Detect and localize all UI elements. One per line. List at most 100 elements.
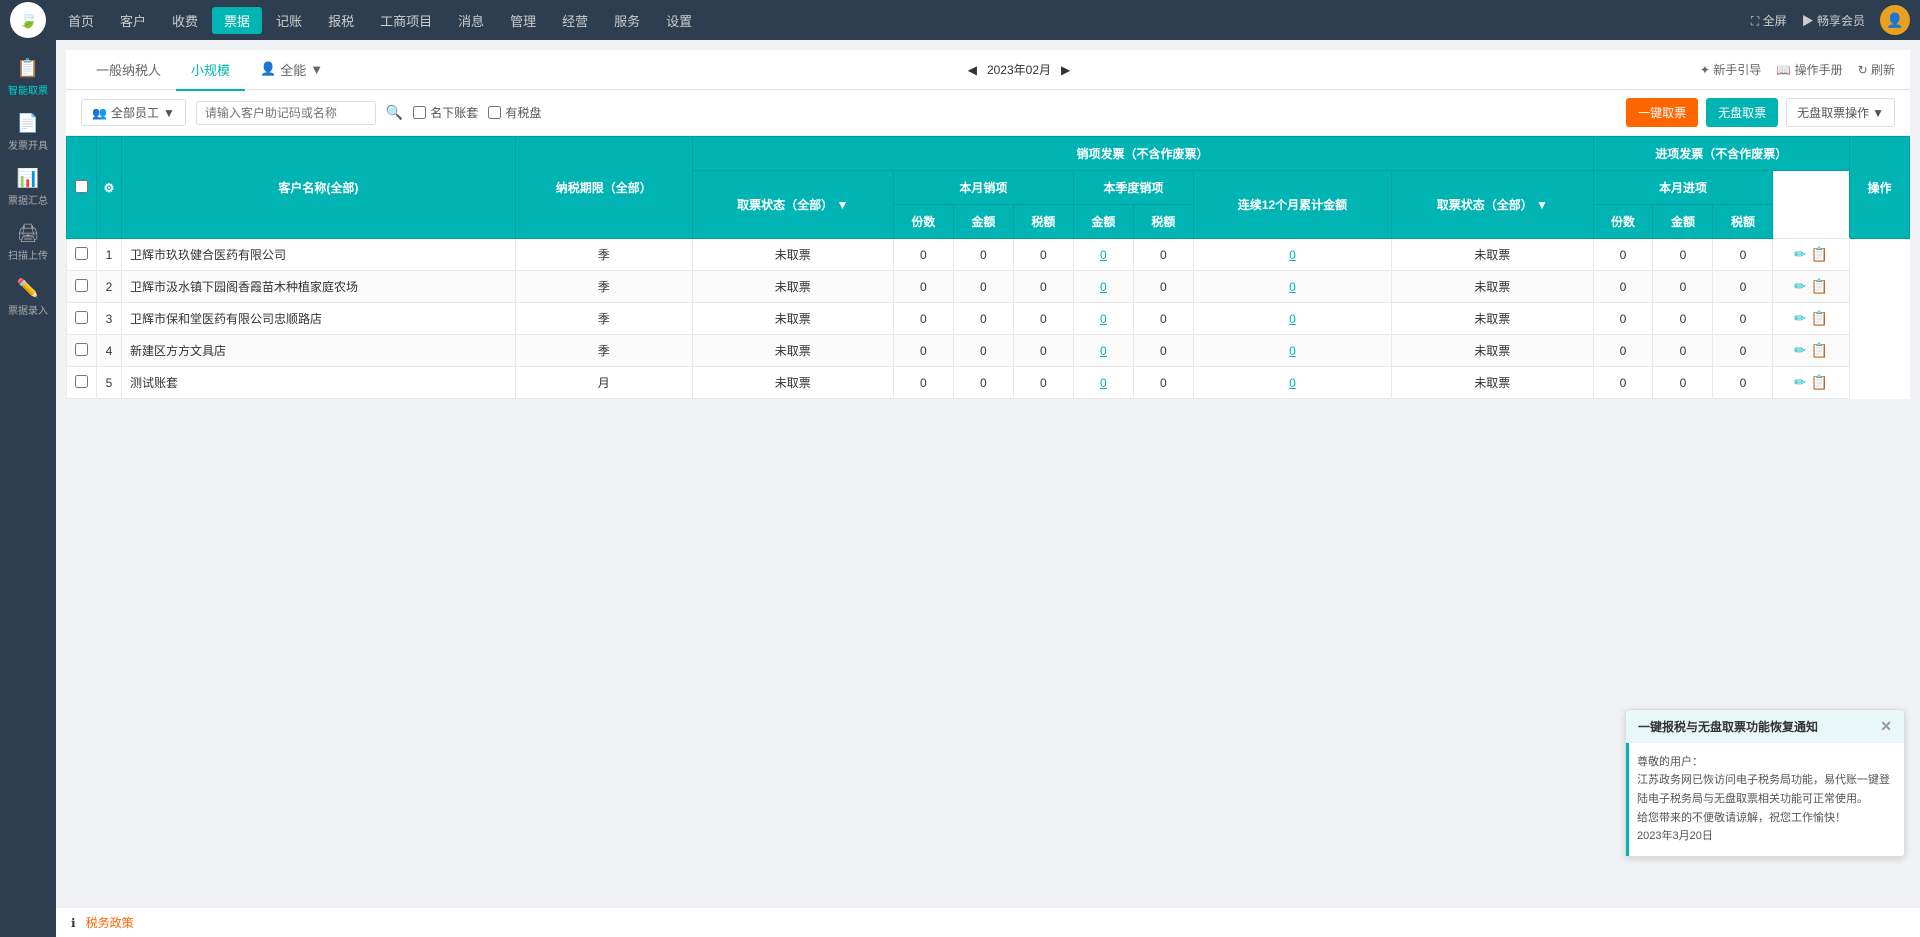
sidebar-item-summary[interactable]: 📊 票据汇总 bbox=[0, 160, 56, 215]
edit-icon[interactable]: ✏ bbox=[1794, 342, 1806, 359]
nav-settings[interactable]: 设置 bbox=[654, 7, 704, 34]
manual-btn[interactable]: 📖 操作手册 bbox=[1776, 61, 1842, 78]
nav-manage[interactable]: 管理 bbox=[498, 7, 548, 34]
select-all-checkbox[interactable] bbox=[75, 180, 88, 193]
nav-business[interactable]: 工商项目 bbox=[368, 7, 444, 34]
search-input[interactable] bbox=[196, 101, 376, 125]
edit-icon[interactable]: ✏ bbox=[1794, 310, 1806, 327]
new-guide-btn[interactable]: ✦ 新手引导 bbox=[1700, 61, 1761, 78]
col-xiao-status-header[interactable]: 取票状态（全部） ▼ bbox=[692, 171, 893, 239]
col-xiao-quarter-tax-header: 税额 bbox=[1133, 205, 1193, 239]
scan-icon: 🖨 bbox=[17, 223, 40, 244]
nav-service[interactable]: 服务 bbox=[602, 7, 652, 34]
nav-home[interactable]: 首页 bbox=[56, 7, 106, 34]
info-icon: ℹ bbox=[71, 916, 76, 930]
row-jin-status: 未取票 bbox=[1392, 367, 1593, 399]
tax-policy-link[interactable]: 税务政策 bbox=[86, 914, 134, 931]
row-actions: ✏ 📋 bbox=[1773, 367, 1849, 399]
one-key-fetch-btn[interactable]: 一键取票 bbox=[1626, 98, 1698, 127]
row-jin-status: 未取票 bbox=[1392, 239, 1593, 271]
nav-fee[interactable]: 收费 bbox=[160, 7, 210, 34]
nav-ticket[interactable]: 票据 bbox=[212, 7, 262, 34]
tab-small-scale[interactable]: 小规模 bbox=[176, 50, 245, 91]
row-jin-month-tax: 0 bbox=[1713, 303, 1773, 335]
notification-close-btn[interactable]: ✕ bbox=[1880, 718, 1892, 735]
col-jin-status-header[interactable]: 取票状态（全部） ▼ bbox=[1392, 171, 1593, 239]
row-checkbox[interactable] bbox=[75, 311, 88, 324]
nav-accounting[interactable]: 记账 bbox=[264, 7, 314, 34]
col-xiao-month-shares-header: 份数 bbox=[893, 205, 953, 239]
row-xiao-month-tax: 0 bbox=[1013, 335, 1073, 367]
row-jin-status: 未取票 bbox=[1392, 335, 1593, 367]
no-disk-fetch-btn[interactable]: 无盘取票 bbox=[1706, 98, 1778, 127]
row-checkbox[interactable] bbox=[75, 247, 88, 260]
row-jin-month-amount: 0 bbox=[1653, 239, 1713, 271]
col-actions-header: 操作 bbox=[1849, 137, 1909, 239]
period-next-btn[interactable]: ▶ bbox=[1061, 63, 1070, 77]
sidebar-item-entry[interactable]: ✏️ 票据录入 bbox=[0, 270, 56, 325]
col-jin-month-amount-header: 金额 bbox=[1653, 205, 1713, 239]
row-checkbox-cell[interactable] bbox=[67, 239, 97, 271]
detail-icon[interactable]: 📋 bbox=[1811, 342, 1828, 359]
edit-icon[interactable]: ✏ bbox=[1794, 374, 1806, 391]
detail-icon[interactable]: 📋 bbox=[1811, 374, 1828, 391]
notification-title: 一键报税与无盘取票功能恢复通知 bbox=[1638, 718, 1818, 735]
row-checkbox-cell[interactable] bbox=[67, 335, 97, 367]
row-jin-month-amount: 0 bbox=[1653, 335, 1713, 367]
more-ops-btn[interactable]: 无盘取票操作 ▼ bbox=[1786, 98, 1895, 127]
row-checkbox-cell[interactable] bbox=[67, 271, 97, 303]
tabs-bar: 一般纳税人 小规模 👤 全能 ▼ ◀ 2023年02月 ▶ ✦ 新手引导 📖 操… bbox=[66, 50, 1910, 90]
row-checkbox[interactable] bbox=[75, 343, 88, 356]
sidebar-item-label: 发票开具 bbox=[8, 137, 48, 152]
tab-general[interactable]: 一般纳税人 bbox=[81, 50, 176, 91]
sidebar-item-invoice[interactable]: 📄 发票开具 bbox=[0, 105, 56, 160]
sidebar-item-label: 扫描上传 bbox=[8, 247, 48, 262]
member-btn[interactable]: ▶ 畅享会员 bbox=[1802, 12, 1865, 29]
period-prev-btn[interactable]: ◀ bbox=[968, 63, 977, 77]
row-checkbox-cell[interactable] bbox=[67, 303, 97, 335]
sub-xiao-quarter-header: 本季度销项 bbox=[1073, 171, 1193, 205]
avatar[interactable]: 👤 bbox=[1880, 5, 1910, 35]
row-xiao-12month: 0 bbox=[1193, 367, 1391, 399]
sidebar-item-smart-ticket[interactable]: 📋 智能取票 bbox=[0, 50, 56, 105]
sidebar: 📋 智能取票 📄 发票开具 📊 票据汇总 🖨 扫描上传 ✏️ 票据录入 bbox=[0, 40, 56, 937]
row-jin-month-tax: 0 bbox=[1713, 367, 1773, 399]
checkbox-tax-disk[interactable]: 有税盘 bbox=[488, 104, 541, 121]
nav-message[interactable]: 消息 bbox=[446, 7, 496, 34]
row-checkbox[interactable] bbox=[75, 375, 88, 388]
row-xiao-status: 未取票 bbox=[692, 303, 893, 335]
search-button[interactable]: 🔍 bbox=[386, 104, 403, 121]
chevron-down-icon: ▼ bbox=[1872, 106, 1884, 120]
settings-icon[interactable]: ⚙ bbox=[104, 181, 115, 195]
detail-icon[interactable]: 📋 bbox=[1811, 246, 1828, 263]
sub-account-checkbox[interactable] bbox=[413, 106, 426, 119]
row-jin-month-amount: 0 bbox=[1653, 303, 1713, 335]
tab-all[interactable]: 👤 全能 ▼ bbox=[245, 50, 338, 91]
row-xiao-month-tax: 0 bbox=[1013, 271, 1073, 303]
entry-icon: ✏️ bbox=[17, 278, 39, 299]
employee-filter-btn[interactable]: 👥 全部员工 ▼ bbox=[81, 99, 186, 126]
app-logo: 🍃 bbox=[10, 2, 46, 38]
row-xiao-12month: 0 bbox=[1193, 271, 1391, 303]
fullscreen-btn[interactable]: ⛶ 全屏 bbox=[1751, 12, 1787, 29]
row-jin-month-shares: 0 bbox=[1593, 271, 1653, 303]
col-jin-month-shares-header: 份数 bbox=[1593, 205, 1653, 239]
period-text: 2023年02月 bbox=[987, 61, 1051, 78]
refresh-btn[interactable]: ↻ 刷新 bbox=[1858, 61, 1895, 78]
edit-icon[interactable]: ✏ bbox=[1794, 278, 1806, 295]
row-checkbox-cell[interactable] bbox=[67, 367, 97, 399]
row-xiao-quarter-amount: 0 bbox=[1073, 303, 1133, 335]
nav-operation[interactable]: 经营 bbox=[550, 7, 600, 34]
detail-icon[interactable]: 📋 bbox=[1811, 278, 1828, 295]
sidebar-item-scan[interactable]: 🖨 扫描上传 bbox=[0, 215, 56, 270]
col-jin-month-tax-header: 税额 bbox=[1713, 205, 1773, 239]
nav-customer[interactable]: 客户 bbox=[108, 7, 158, 34]
nav-right: ⛶ 全屏 ▶ 畅享会员 👤 bbox=[1751, 5, 1910, 35]
filter-bar: 👥 全部员工 ▼ 🔍 名下账套 有税盘 一键取票 无盘取票 无盘取票操作 ▼ bbox=[66, 90, 1910, 136]
row-checkbox[interactable] bbox=[75, 279, 88, 292]
edit-icon[interactable]: ✏ bbox=[1794, 246, 1806, 263]
tax-disk-checkbox[interactable] bbox=[488, 106, 501, 119]
checkbox-sub-account[interactable]: 名下账套 bbox=[413, 104, 478, 121]
nav-tax[interactable]: 报税 bbox=[316, 7, 366, 34]
detail-icon[interactable]: 📋 bbox=[1811, 310, 1828, 327]
